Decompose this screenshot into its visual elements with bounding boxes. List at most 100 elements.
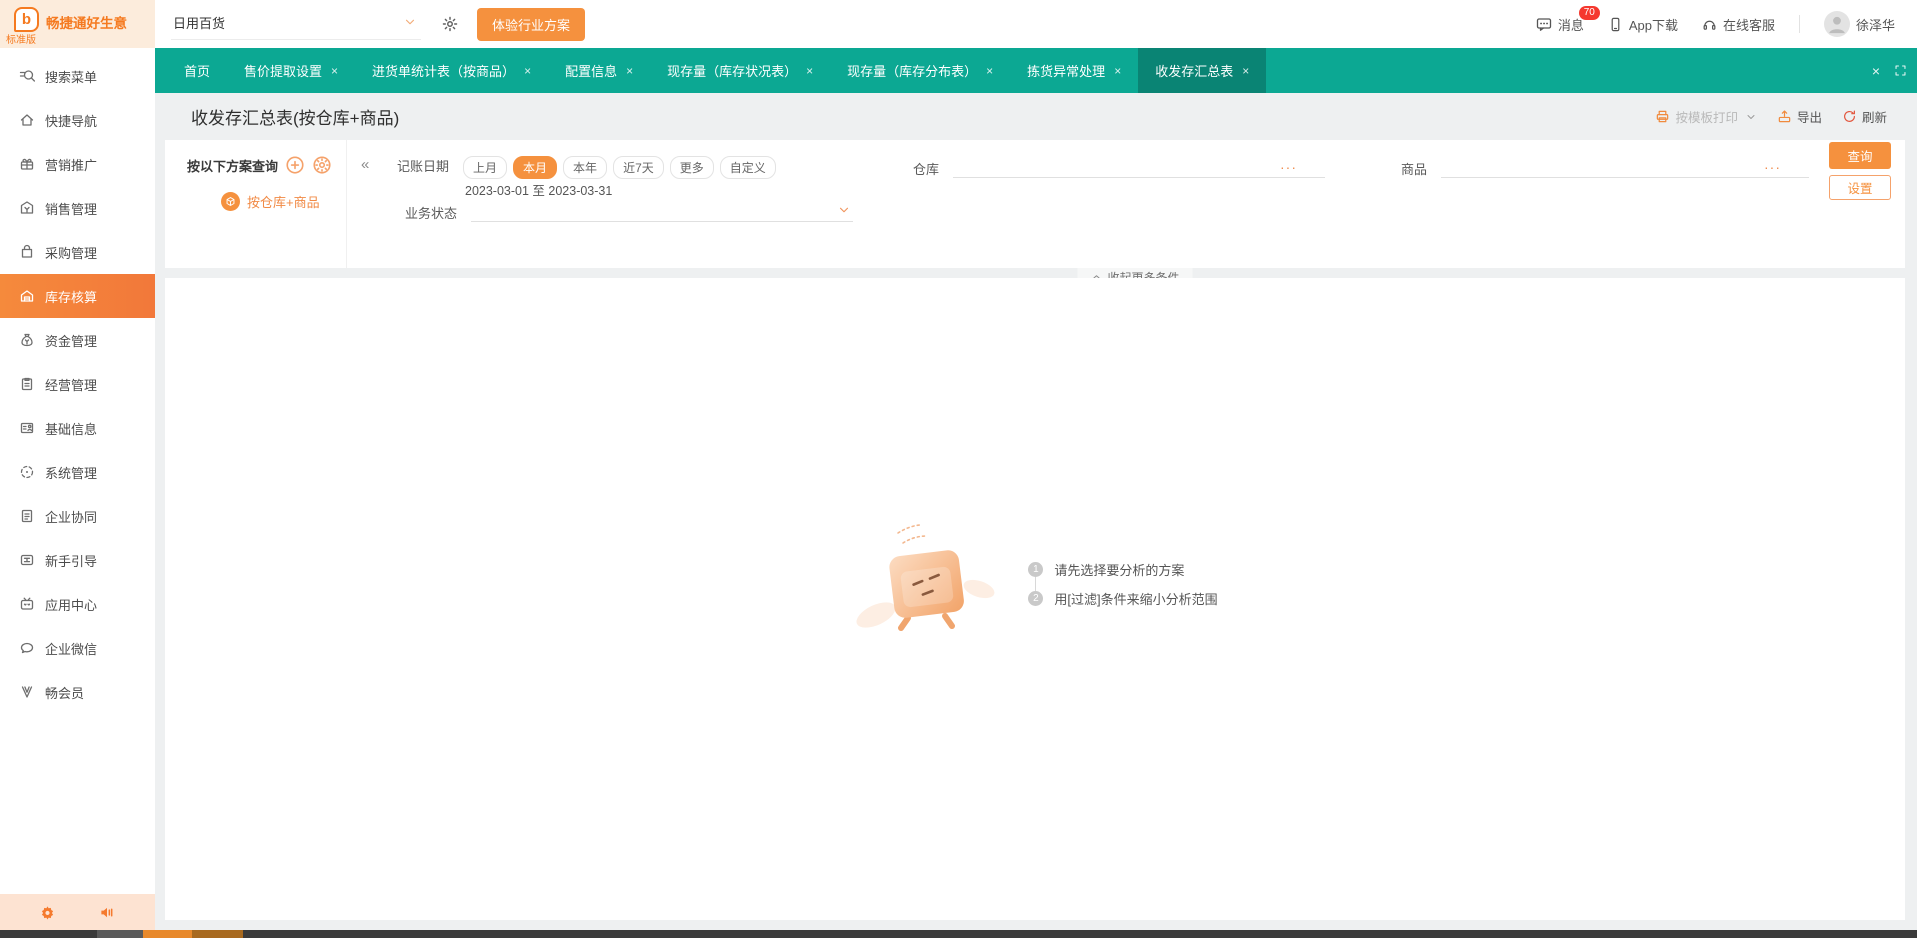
sidebar-item-collab[interactable]: 企业协同 <box>0 494 155 538</box>
date-pills: 上月 本月 本年 近7天 更多 自定义 <box>463 156 776 179</box>
empty-cube-illustration <box>852 517 1002 652</box>
shopping-bag-icon <box>19 244 35 260</box>
settings-gear-icon[interactable] <box>40 905 55 920</box>
sidebar-item-inventory[interactable]: 库存核算 <box>0 274 155 318</box>
tabbar-controls: × <box>1872 48 1907 93</box>
step-text: 用[过滤]条件来缩小分析范围 <box>1054 592 1218 607</box>
query-plan-title: 按以下方案查询 <box>187 158 279 174</box>
tab-close-icon[interactable]: × <box>331 64 338 78</box>
user-menu[interactable]: 徐泽华 <box>1823 11 1895 37</box>
sidebar-item-label: 应用中心 <box>45 597 98 613</box>
refresh-button[interactable]: 刷新 <box>1842 107 1887 126</box>
headset-icon <box>1702 17 1717 32</box>
sidebar-item-label: 畅会员 <box>45 685 85 701</box>
date-pill-last-7-days[interactable]: 近7天 <box>613 156 664 179</box>
gear-icon[interactable] <box>441 15 459 33</box>
sidebar-item-wechat[interactable]: 企业微信 <box>0 626 155 670</box>
query-plan-panel: 按以下方案查询 按仓库+商品 <box>165 140 347 268</box>
title-toolbar: 按模板打印 导出 刷新 <box>1655 107 1887 126</box>
brand-name: 畅捷通好生意 <box>46 16 127 31</box>
status-select[interactable] <box>471 200 854 222</box>
clipboard-icon <box>19 376 35 392</box>
sidebar-item-label: 库存核算 <box>45 289 98 305</box>
expand-icon[interactable] <box>1894 64 1907 77</box>
trial-plan-button[interactable]: 体验行业方案 <box>477 7 586 41</box>
sidebar-item-label: 企业协同 <box>45 509 98 525</box>
sidebar-item-label: 营销推广 <box>45 157 98 173</box>
date-filter-label: 记账日期 <box>397 159 450 174</box>
speaker-icon[interactable] <box>99 905 115 920</box>
empty-step-1: 1 请先选择要分析的方案 <box>1028 560 1217 579</box>
status-filter: 业务状态 <box>405 200 854 222</box>
date-pill-last-month[interactable]: 上月 <box>463 156 508 179</box>
tab-close-icon[interactable]: × <box>1242 64 1249 78</box>
tab-picking-exception[interactable]: 拣货异常处理 × <box>1010 48 1138 93</box>
tab-close-icon[interactable]: × <box>806 64 813 78</box>
sidebar-item-label: 快捷导航 <box>45 113 98 129</box>
ellipsis-picker-icon[interactable]: ··· <box>1764 159 1781 175</box>
gift-icon <box>19 156 35 172</box>
sidebar-item-guide[interactable]: 新手引导 <box>0 538 155 582</box>
printer-icon <box>1655 109 1670 124</box>
print-button[interactable]: 按模板打印 <box>1655 107 1757 126</box>
member-v-icon <box>19 684 35 700</box>
date-pill-more[interactable]: 更多 <box>669 156 714 179</box>
content-area: 收发存汇总表(按仓库+商品) 按模板打印 导出 刷新 按以下方案查询 按仓库+商… <box>155 93 1917 930</box>
chat-bubble-icon <box>19 640 35 656</box>
title-bar: 收发存汇总表(按仓库+商品) 按模板打印 导出 刷新 <box>155 93 1917 140</box>
sidebar-item-sales[interactable]: 销售管理 <box>0 186 155 230</box>
chevron-down-icon <box>1745 111 1757 123</box>
query-plan-label: 按仓库+商品 <box>247 195 320 210</box>
tab-purchase-stats[interactable]: 进货单统计表（按商品） × <box>355 48 548 93</box>
sidebar-item-marketing[interactable]: 营销推广 <box>0 142 155 186</box>
home-icon <box>19 112 35 128</box>
sidebar-item-search-menu[interactable]: 搜索菜单 <box>0 54 155 98</box>
warehouse-icon <box>19 288 35 304</box>
tab-label: 拣货异常处理 <box>1027 64 1106 79</box>
tab-inout-summary[interactable]: 收发存汇总表 × <box>1138 48 1267 93</box>
sidebar-item-quick-nav[interactable]: 快捷导航 <box>0 98 155 142</box>
add-plan-icon[interactable] <box>285 155 305 175</box>
sidebar-item-operations[interactable]: 经营管理 <box>0 362 155 406</box>
plan-settings-icon[interactable] <box>312 155 332 175</box>
app-download-button[interactable]: App下载 <box>1608 15 1678 34</box>
settings-button[interactable]: 设置 <box>1829 175 1891 200</box>
date-pill-custom[interactable]: 自定义 <box>719 156 776 179</box>
tab-close-icon[interactable]: × <box>986 64 993 78</box>
product-filter-label: 商品 <box>1401 162 1428 177</box>
tab-close-icon[interactable]: × <box>524 64 531 78</box>
close-icon[interactable]: × <box>1872 63 1880 79</box>
sidebar-item-base-info[interactable]: 基础信息 <box>0 406 155 450</box>
query-plan-item[interactable]: 按仓库+商品 <box>221 192 346 211</box>
sidebar-item-purchase[interactable]: 采购管理 <box>0 230 155 274</box>
tab-stock-status[interactable]: 现存量（库存状况表） × <box>650 48 830 93</box>
tab-stock-distribution[interactable]: 现存量（库存分布表） × <box>830 48 1010 93</box>
org-select[interactable]: 日用百货 <box>171 9 421 40</box>
date-pill-this-year[interactable]: 本年 <box>563 156 608 179</box>
export-icon <box>1777 109 1792 124</box>
chevron-down-icon <box>837 203 851 217</box>
ellipsis-picker-icon[interactable]: ··· <box>1280 159 1297 175</box>
tab-close-icon[interactable]: × <box>626 64 633 78</box>
search-button[interactable]: 查询 <box>1829 142 1891 169</box>
tab-home[interactable]: 首页 <box>167 48 227 93</box>
sidebar-item-funds[interactable]: 资金管理 <box>0 318 155 362</box>
sidebar-item-member[interactable]: 畅会员 <box>0 670 155 714</box>
cube-icon <box>221 192 240 211</box>
product-input[interactable]: ··· <box>1441 156 1810 178</box>
tab-config-info[interactable]: 配置信息 × <box>548 48 650 93</box>
sidebar-item-system[interactable]: 系统管理 <box>0 450 155 494</box>
messages-button[interactable]: 消息 70 <box>1536 5 1600 34</box>
tab-close-icon[interactable]: × <box>1114 64 1121 78</box>
sidebar-item-app-center[interactable]: 应用中心 <box>0 582 155 626</box>
online-service-button[interactable]: 在线客服 <box>1702 15 1775 34</box>
money-bag-icon <box>19 332 35 348</box>
collapse-panel-icon[interactable]: « <box>361 156 369 173</box>
date-pill-this-month[interactable]: 本月 <box>513 156 558 179</box>
tab-price-extract-settings[interactable]: 售价提取设置 × <box>227 48 355 93</box>
brand-logo-block: b 畅捷通好生意 标准版 <box>0 0 155 48</box>
warehouse-input[interactable]: ··· <box>953 156 1326 178</box>
refresh-icon <box>1842 109 1857 124</box>
new-badge-icon <box>19 552 35 568</box>
export-button[interactable]: 导出 <box>1777 107 1822 126</box>
